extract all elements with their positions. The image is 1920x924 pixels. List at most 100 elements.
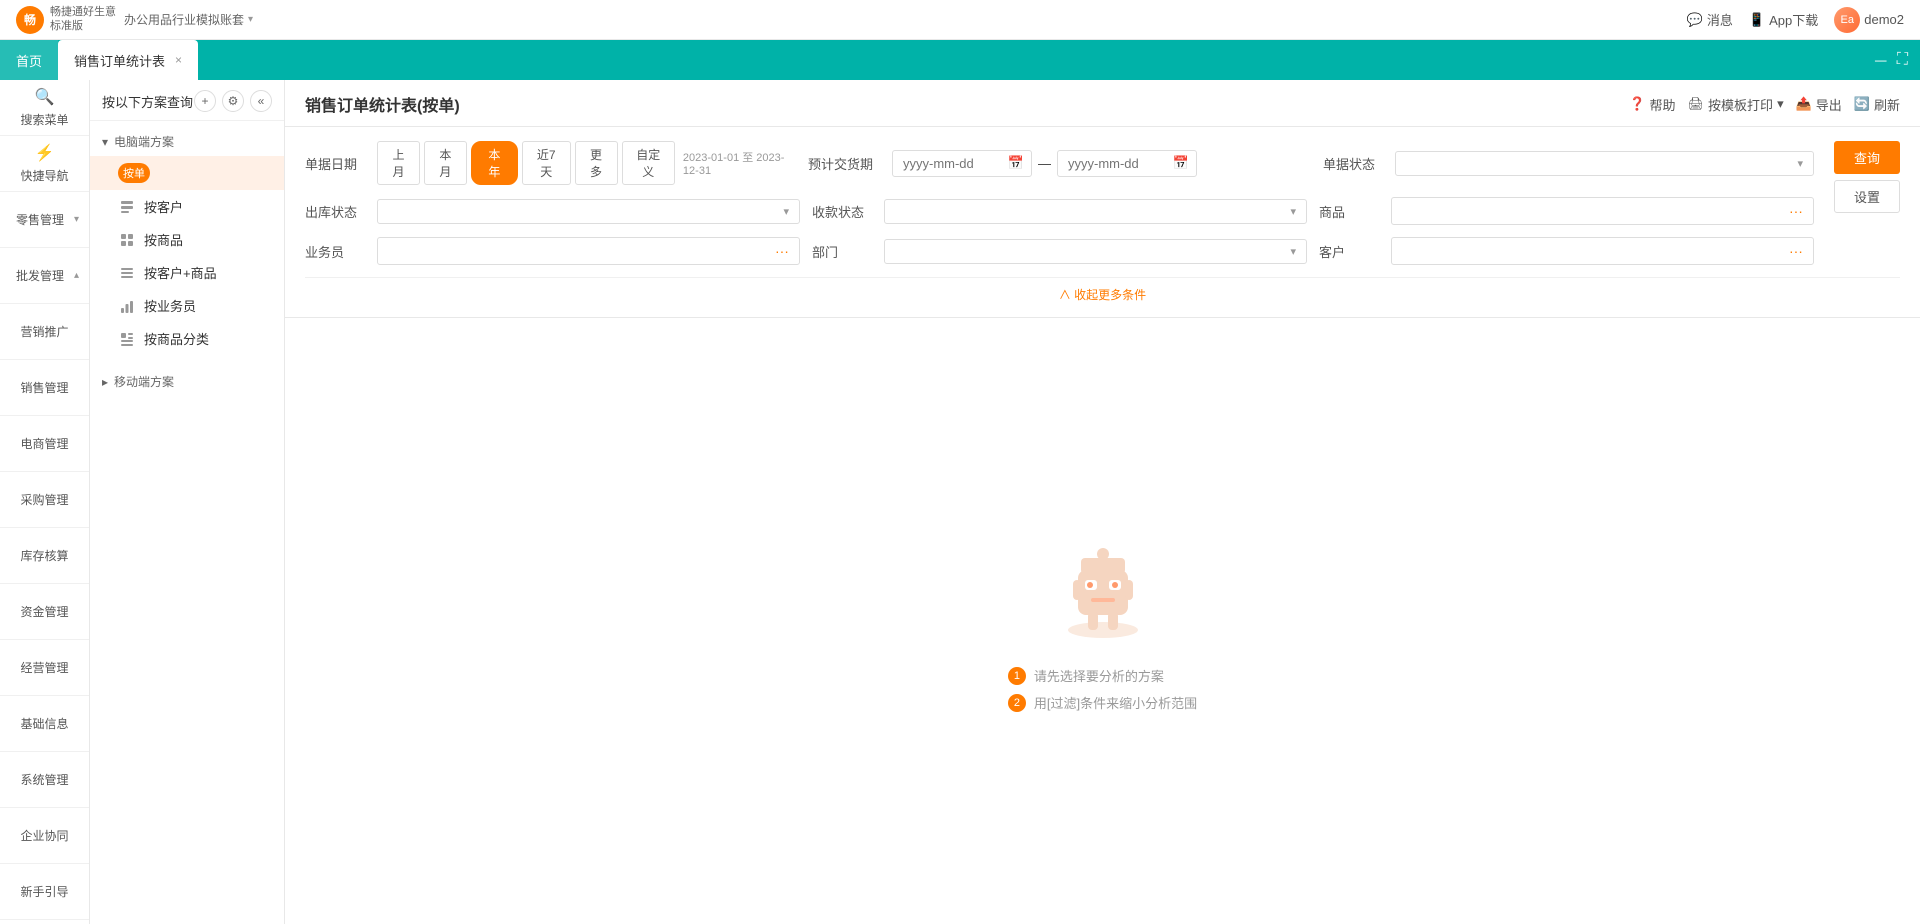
payment-status-select[interactable]: ▾ bbox=[884, 199, 1307, 224]
tab-minimize-icon[interactable]: － bbox=[1873, 48, 1889, 72]
empty-hint-1: 1 请先选择要分析的方案 bbox=[1008, 666, 1197, 685]
expected-date-label: 预计交货期 bbox=[808, 154, 880, 173]
sidebar-item-marketing[interactable]: 营销推广 bbox=[0, 304, 89, 360]
scheme-group-desktop: ▾ 电脑端方案 按单 按客户 按商品 bbox=[90, 121, 284, 361]
scheme-group-desktop-title[interactable]: ▾ 电脑端方案 bbox=[90, 127, 284, 156]
sidebar-item-new-guide[interactable]: 新手引导 bbox=[0, 864, 89, 920]
tab-active[interactable]: 销售订单统计表 × bbox=[58, 40, 198, 80]
sidebar-item-ecommerce[interactable]: 电商管理 bbox=[0, 416, 89, 472]
wholesale-arrow-icon: ▴ bbox=[74, 270, 79, 281]
ship-status-select[interactable]: ▾ bbox=[377, 199, 800, 224]
sidebar-item-quick-nav[interactable]: ⚡ 快捷导航 bbox=[0, 136, 89, 192]
retail-arrow-icon: ▾ bbox=[74, 214, 79, 225]
scheme-settings-button[interactable]: ⚙ bbox=[222, 90, 244, 112]
query-button[interactable]: 查询 bbox=[1834, 141, 1900, 174]
sidebar-item-retail[interactable]: 零售管理 ▾ bbox=[0, 192, 89, 248]
print-button[interactable]: 🖨 按模板打印 ▾ bbox=[1688, 95, 1784, 114]
left-panel-header: 按以下方案查询 + ⚙ « bbox=[90, 80, 284, 121]
settings-button[interactable]: 设置 bbox=[1834, 180, 1900, 213]
date-filter-group: 上月 本月 本年 近7天 更多 自定义 2023-01-01 至 2023-12… bbox=[377, 141, 796, 185]
sidebar-item-finance[interactable]: 资金管理 bbox=[0, 584, 89, 640]
refresh-button[interactable]: 🔄 刷新 bbox=[1854, 95, 1900, 114]
dept-select[interactable]: ▾ bbox=[884, 239, 1307, 264]
empty-hint-2: 2 用[过滤]条件来缩小分析范围 bbox=[1008, 693, 1197, 712]
collapse-text[interactable]: ∧ 收起更多条件 bbox=[1059, 288, 1146, 302]
payment-status-dropdown-icon: ▾ bbox=[1290, 205, 1296, 218]
scheme-item-by-category[interactable]: 按商品分类 bbox=[90, 322, 284, 355]
date-range-text: 2023-01-01 至 2023-12-31 bbox=[683, 149, 796, 177]
date-btn-this-month[interactable]: 本月 bbox=[424, 141, 467, 185]
sidebar-item-purchase[interactable]: 采购管理 bbox=[0, 472, 89, 528]
date-label: 单据日期 bbox=[305, 154, 365, 173]
scheme-group-mobile-title[interactable]: ▸ 移动端方案 bbox=[90, 367, 284, 396]
sidebar-item-corp-collab[interactable]: 企业协同 bbox=[0, 808, 89, 864]
quick-nav-icon: ⚡ bbox=[35, 143, 55, 163]
collapse-panel-button[interactable]: « bbox=[250, 90, 272, 112]
search-menu-icon: 🔍 bbox=[35, 87, 55, 107]
scheme-item-by-salesperson[interactable]: 按业务员 bbox=[90, 289, 284, 322]
breadcrumb: 办公用品行业模拟账套 ▾ bbox=[124, 11, 253, 28]
customer-select[interactable]: ··· bbox=[1391, 237, 1814, 265]
scheme-group-mobile: ▸ 移动端方案 bbox=[90, 361, 284, 402]
calendar-end-icon[interactable]: 📅 bbox=[1173, 155, 1189, 171]
help-icon: ❓ bbox=[1629, 96, 1645, 112]
salesperson-more-icon[interactable]: ··· bbox=[775, 243, 789, 259]
sidebar-item-sales[interactable]: 销售管理 bbox=[0, 360, 89, 416]
date-btn-this-year[interactable]: 本年 bbox=[471, 141, 518, 185]
sidebar-item-basic-info[interactable]: 基础信息 bbox=[0, 696, 89, 752]
left-panel: 按以下方案查询 + ⚙ « ▾ 电脑端方案 按单 bbox=[90, 80, 285, 924]
avatar: Ea bbox=[1834, 7, 1860, 33]
salesperson-select[interactable]: ··· bbox=[377, 237, 800, 265]
logo-icon: 畅 bbox=[16, 6, 44, 34]
left-panel-actions: + ⚙ « bbox=[194, 90, 272, 112]
sidebar-item-app-center[interactable]: 应用中心 bbox=[0, 920, 89, 924]
date-btn-custom[interactable]: 自定义 bbox=[622, 141, 675, 185]
user-menu[interactable]: Ea demo2 bbox=[1834, 7, 1904, 33]
sidebar-item-wholesale[interactable]: 批发管理 ▴ bbox=[0, 248, 89, 304]
scheme-item-by-customer[interactable]: 按客户 bbox=[90, 190, 284, 223]
date-btn-more[interactable]: 更多 bbox=[575, 141, 618, 185]
empty-hints: 1 请先选择要分析的方案 2 用[过滤]条件来缩小分析范围 bbox=[1008, 666, 1197, 712]
logo-text: 畅捷通好生意 标准版 bbox=[50, 6, 116, 32]
help-button[interactable]: ❓ 帮助 bbox=[1629, 95, 1675, 114]
app-download-button[interactable]: 📱 App下载 bbox=[1749, 10, 1818, 29]
calendar-start-icon[interactable]: 📅 bbox=[1008, 155, 1024, 171]
page-header-actions: ❓ 帮助 🖨 按模板打印 ▾ 📤 导出 🔄 bbox=[1629, 95, 1900, 114]
empty-state: 1 请先选择要分析的方案 2 用[过滤]条件来缩小分析范围 bbox=[285, 318, 1920, 924]
collapse-bar[interactable]: ∧ 收起更多条件 bbox=[305, 277, 1900, 303]
scheme-group-arrow-icon: ▾ bbox=[102, 135, 108, 149]
tab-expand-icon[interactable]: ⛶ bbox=[1897, 51, 1908, 69]
product-select[interactable]: ··· bbox=[1391, 197, 1814, 225]
sidebar-item-system[interactable]: 系统管理 bbox=[0, 752, 89, 808]
status-select[interactable]: ▾ bbox=[1395, 151, 1814, 176]
messages-button[interactable]: 💬 消息 bbox=[1687, 10, 1733, 29]
empty-illustration bbox=[1043, 530, 1163, 650]
scheme-item-by-product[interactable]: 按商品 bbox=[90, 223, 284, 256]
breadcrumb-dropdown-icon[interactable]: ▾ bbox=[248, 14, 253, 25]
date-btn-last-month[interactable]: 上月 bbox=[377, 141, 420, 185]
hint-num-2: 2 bbox=[1008, 694, 1026, 712]
sidebar-item-search-menu[interactable]: 🔍 搜索菜单 bbox=[0, 80, 89, 136]
tab-close-icon[interactable]: × bbox=[175, 53, 182, 67]
tab-bar: 首页 销售订单统计表 × － ⛶ bbox=[0, 40, 1920, 80]
tab-home[interactable]: 首页 bbox=[0, 40, 58, 80]
scheme-item-by-order[interactable]: 按单 bbox=[90, 156, 284, 190]
date-btn-7days[interactable]: 近7天 bbox=[522, 141, 571, 185]
export-button[interactable]: 📤 导出 bbox=[1796, 95, 1842, 114]
right-panel: 销售订单统计表(按单) ❓ 帮助 🖨 按模板打印 ▾ 📤 bbox=[285, 80, 1920, 924]
scheme-item-by-cust-prod[interactable]: 按客户+商品 bbox=[90, 256, 284, 289]
customer-more-icon[interactable]: ··· bbox=[1789, 243, 1803, 259]
scheme-group-mobile-arrow-icon: ▸ bbox=[102, 375, 108, 389]
sidebar-item-inventory[interactable]: 库存核算 bbox=[0, 528, 89, 584]
top-bar-left: 畅 畅捷通好生意 标准版 办公用品行业模拟账套 ▾ bbox=[16, 6, 253, 34]
product-more-icon[interactable]: ··· bbox=[1789, 203, 1803, 219]
sidebar-item-operations[interactable]: 经营管理 bbox=[0, 640, 89, 696]
by-cust-prod-icon bbox=[118, 264, 136, 282]
ship-status-dropdown-icon: ▾ bbox=[783, 205, 789, 218]
dept-label: 部门 bbox=[812, 242, 872, 261]
product-label: 商品 bbox=[1319, 202, 1379, 221]
add-scheme-button[interactable]: + bbox=[194, 90, 216, 112]
status-dropdown-icon: ▾ bbox=[1797, 157, 1803, 170]
message-icon: 💬 bbox=[1687, 12, 1703, 28]
print-dropdown-icon[interactable]: ▾ bbox=[1777, 96, 1784, 112]
